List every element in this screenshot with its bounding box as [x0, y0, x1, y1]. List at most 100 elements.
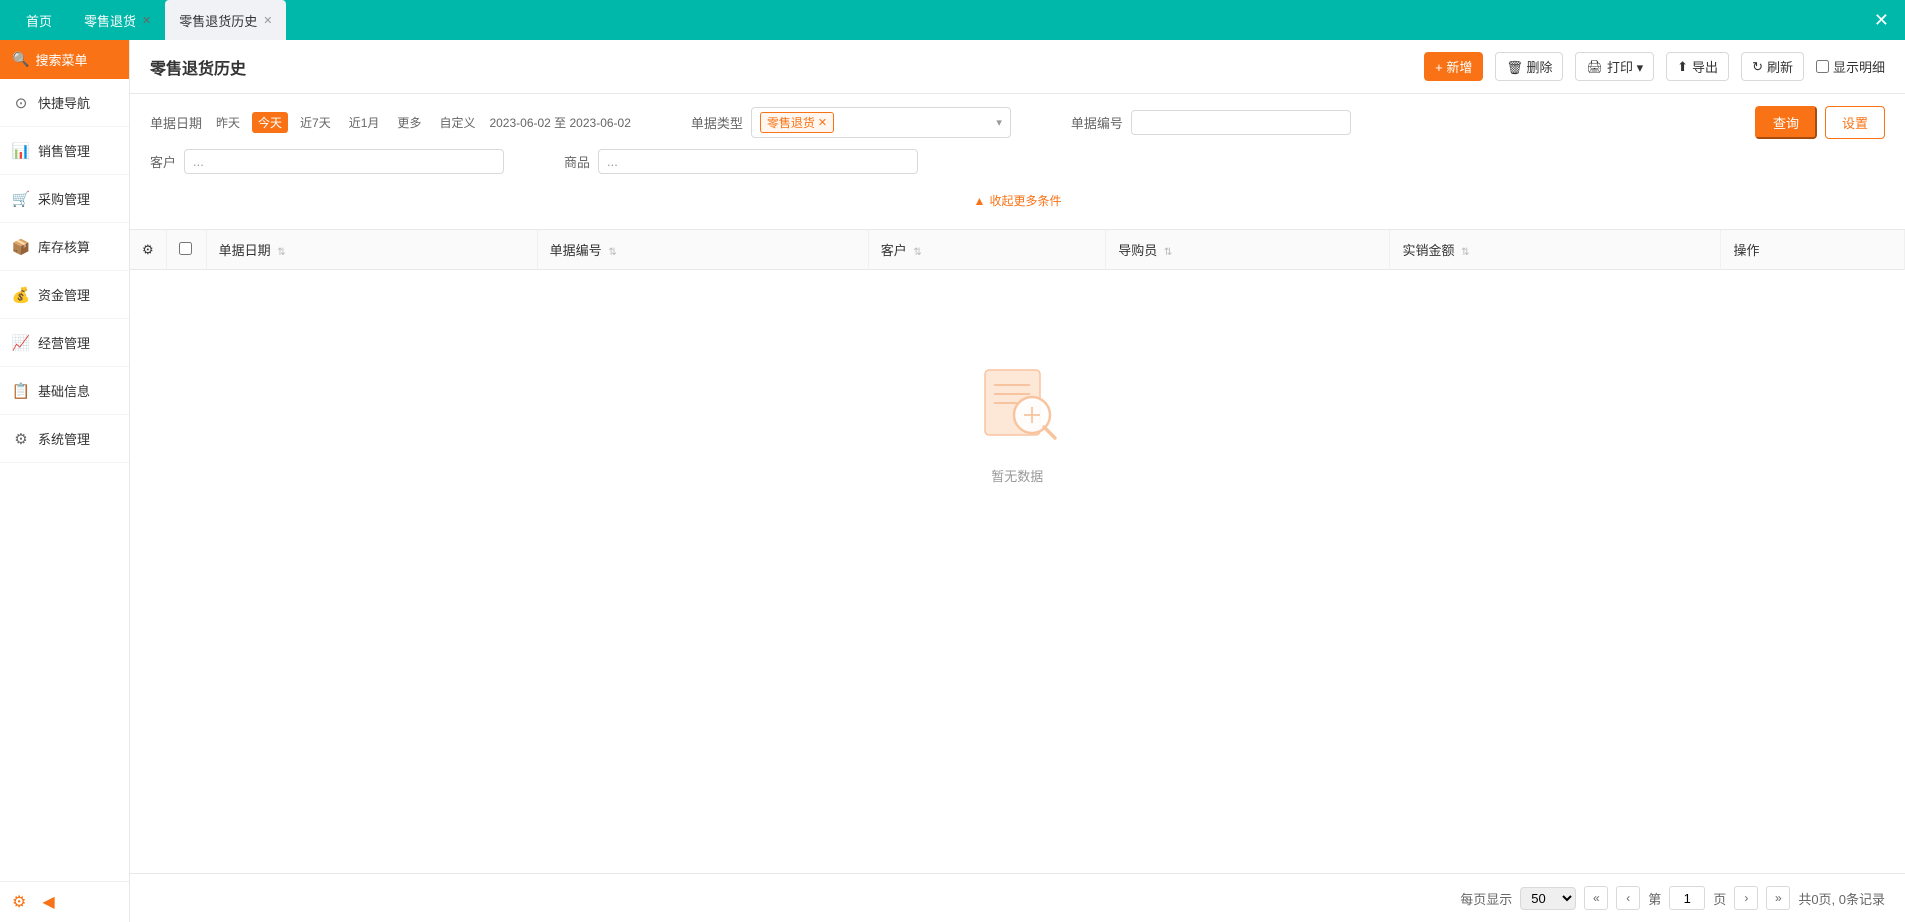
content-area: 零售退货历史 + 新增 🗑 删除 🖨 🖨 打印 打印 ▾ ⬆ 导出 ↻ [130, 40, 1905, 922]
empty-state: 暂无数据 [130, 270, 1905, 565]
date-btn-today[interactable]: 今天 [252, 112, 288, 133]
customer-filter-item: 客户 ... [150, 149, 504, 174]
empty-state-row: 暂无数据 [130, 270, 1905, 566]
date-range-display: 2023-06-02 至 2023-06-02 [489, 114, 630, 131]
delete-button[interactable]: 🗑 删除 [1495, 52, 1563, 81]
empty-text: 暂无数据 [991, 466, 1043, 485]
th-checkbox[interactable] [166, 230, 206, 270]
main-layout: 🔍 搜索菜单 ⊙ 快捷导航 📊 销售管理 🛒 采购管理 📦 库存核算 💰 资金管… [0, 40, 1905, 922]
page-size-select[interactable]: 10 20 50 100 [1520, 887, 1576, 910]
search-menu-label: 搜索菜单 [35, 50, 87, 69]
th-number[interactable]: 单据编号 ⇅ [537, 230, 868, 270]
settings-bottom-icon[interactable]: ⚙ [12, 892, 26, 912]
collapse-button[interactable]: ▲ 收起更多条件 [962, 190, 1074, 211]
show-detail-checkbox[interactable] [1816, 60, 1829, 73]
sidebar-item-label: 系统管理 [38, 429, 90, 448]
tab-retail-return[interactable]: 零售退货 ✕ [70, 0, 165, 40]
sidebar-item-operations[interactable]: 📈 经营管理 [0, 319, 129, 367]
setting-button[interactable]: 设置 [1825, 106, 1885, 139]
type-filter-label: 单据类型 [691, 113, 743, 132]
tab-home-label: 首页 [26, 11, 52, 30]
sidebar-item-sales-mgmt[interactable]: 📊 销售管理 [0, 127, 129, 175]
query-button[interactable]: 查询 [1755, 106, 1817, 139]
total-records-info: 共0页, 0条记录 [1798, 889, 1885, 908]
sidebar-item-quick-nav[interactable]: ⊙ 快捷导航 [0, 79, 129, 127]
date-btn-yesterday[interactable]: 昨天 [210, 112, 246, 133]
page-size-label: 每页显示 [1460, 889, 1512, 908]
type-tag-close[interactable]: ✕ [818, 116, 827, 129]
settings-icon: ⚙ [142, 242, 154, 257]
goods-filter-label: 商品 [564, 152, 590, 171]
new-button[interactable]: + 新增 [1424, 52, 1483, 81]
customer-ellipsis: ... [193, 154, 204, 169]
collapse-label: 收起更多条件 [989, 192, 1061, 209]
purchase-icon: 🛒 [12, 190, 30, 208]
export-button[interactable]: ⬆ 导出 [1666, 52, 1729, 81]
top-bar: 首页 零售退货 ✕ 零售退货历史 ✕ ✕ [0, 0, 1905, 40]
pagination: 每页显示 10 20 50 100 « ‹ 第 页 › » 共0页, 0条记录 [130, 873, 1905, 922]
empty-state-cell: 暂无数据 [130, 270, 1905, 566]
show-detail-checkbox-label[interactable]: 显示明细 [1816, 57, 1885, 76]
first-page-button[interactable]: « [1584, 886, 1608, 910]
sidebar-item-label: 基础信息 [38, 381, 90, 400]
number-sort-icon: ⇅ [608, 247, 616, 258]
date-btn-custom[interactable]: 自定义 [433, 112, 481, 133]
page-label: 第 [1648, 889, 1661, 908]
page-number-input[interactable] [1669, 886, 1705, 910]
number-input[interactable] [1131, 110, 1351, 135]
th-action: 操作 [1721, 230, 1905, 270]
sidebar-item-system-mgmt[interactable]: ⚙ 系统管理 [0, 415, 129, 463]
th-date[interactable]: 单据日期 ⇅ [206, 230, 537, 270]
tab-retail-return-history[interactable]: 零售退货历史 ✕ [165, 0, 286, 40]
type-dropdown-arrow: ▾ [996, 116, 1002, 129]
window-close-button[interactable]: ✕ [1866, 10, 1897, 31]
guide-sort-icon: ⇅ [1164, 247, 1172, 258]
refresh-button[interactable]: ↻ 刷新 [1741, 52, 1804, 81]
th-settings[interactable]: ⚙ [130, 230, 166, 270]
finance-icon: 💰 [12, 286, 30, 304]
filter-row-1: 单据日期 昨天 今天 近7天 近1月 更多 自定义 2023-06-02 至 2… [150, 106, 1885, 139]
sidebar-item-inventory[interactable]: 📦 库存核算 [0, 223, 129, 271]
tab-retail-return-history-close[interactable]: ✕ [263, 14, 272, 27]
sidebar: 🔍 搜索菜单 ⊙ 快捷导航 📊 销售管理 🛒 采购管理 📦 库存核算 💰 资金管… [0, 40, 130, 922]
sidebar-item-label: 资金管理 [38, 285, 90, 304]
collapse-sidebar-icon[interactable]: ◀ [42, 892, 54, 912]
date-filter-buttons: 昨天 今天 近7天 近1月 更多 自定义 [210, 112, 481, 133]
filter-action-buttons: 查询 设置 [1755, 106, 1885, 139]
sidebar-item-label: 采购管理 [38, 189, 90, 208]
date-btn-1month[interactable]: 近1月 [343, 112, 386, 133]
date-sort-icon: ⇅ [277, 247, 285, 258]
tab-retail-return-close[interactable]: ✕ [142, 14, 151, 27]
inventory-icon: 📦 [12, 238, 30, 256]
refresh-icon: ↻ [1752, 59, 1763, 75]
th-amount[interactable]: 实销金额 ⇅ [1390, 230, 1721, 270]
date-btn-more[interactable]: 更多 [391, 112, 427, 133]
table-header-row: ⚙ 单据日期 ⇅ 单据编号 ⇅ [130, 230, 1905, 270]
sidebar-bottom: ⚙ ◀ [0, 881, 129, 922]
last-page-button[interactable]: » [1766, 886, 1790, 910]
data-table: ⚙ 单据日期 ⇅ 单据编号 ⇅ [130, 230, 1905, 565]
date-btn-7days[interactable]: 近7天 [294, 112, 337, 133]
search-menu-button[interactable]: 🔍 搜索菜单 [0, 40, 129, 79]
select-all-checkbox[interactable] [179, 242, 192, 255]
sidebar-item-label: 经营管理 [38, 333, 90, 352]
sidebar-item-label: 库存核算 [38, 237, 90, 256]
sidebar-item-base-info[interactable]: 📋 基础信息 [0, 367, 129, 415]
print-button[interactable]: 🖨 🖨 打印 打印 ▾ [1575, 52, 1654, 81]
export-icon: ⬆ [1677, 59, 1688, 75]
toolbar: + 新增 🗑 删除 🖨 🖨 打印 打印 ▾ ⬆ 导出 ↻ 刷新 [1424, 52, 1885, 81]
customer-select[interactable]: ... [184, 149, 504, 174]
type-select[interactable]: 零售退货 ✕ ▾ [751, 107, 1011, 138]
tab-home[interactable]: 首页 [8, 0, 70, 40]
sidebar-item-purchase-mgmt[interactable]: 🛒 采购管理 [0, 175, 129, 223]
goods-select[interactable]: ... [598, 149, 918, 174]
type-tag: 零售退货 ✕ [760, 112, 834, 133]
customer-filter-label: 客户 [150, 152, 176, 171]
sidebar-item-finance[interactable]: 💰 资金管理 [0, 271, 129, 319]
th-customer[interactable]: 客户 ⇅ [868, 230, 1106, 270]
next-page-button[interactable]: › [1734, 886, 1758, 910]
th-guide[interactable]: 导购员 ⇅ [1106, 230, 1390, 270]
prev-page-button[interactable]: ‹ [1616, 886, 1640, 910]
amount-sort-icon: ⇅ [1461, 247, 1469, 258]
type-filter-item: 单据类型 零售退货 ✕ ▾ [691, 107, 1011, 138]
